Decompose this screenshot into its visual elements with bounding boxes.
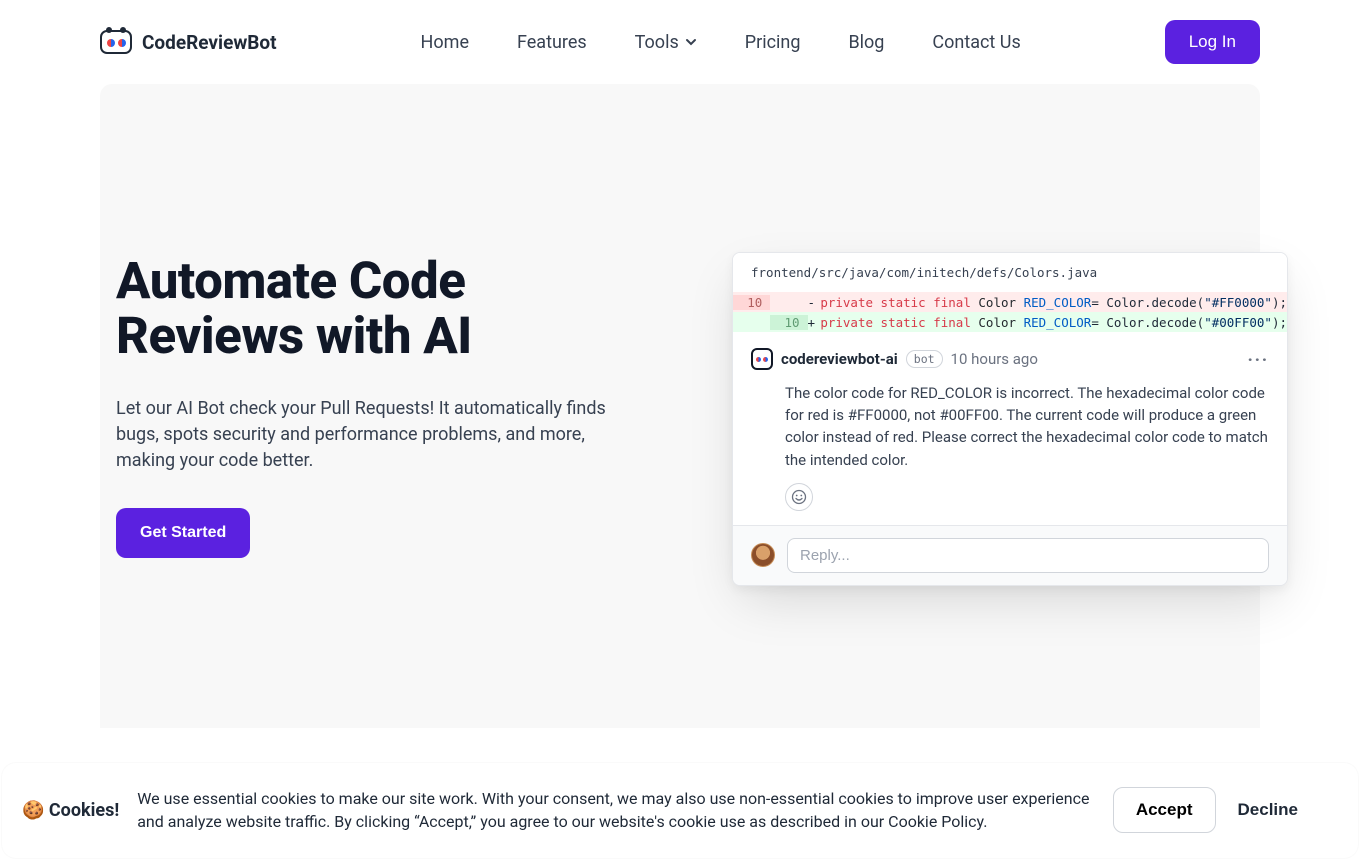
nav-pricing-label: Pricing: [745, 32, 801, 53]
cookie-accept-button[interactable]: Accept: [1113, 787, 1216, 833]
nav-tools-label: Tools: [635, 32, 679, 53]
nav-features[interactable]: Features: [517, 32, 587, 53]
nav-blog[interactable]: Blog: [848, 32, 884, 53]
cookie-title: 🍪 Cookies!: [22, 800, 119, 821]
user-avatar-icon[interactable]: [751, 543, 775, 567]
line-number-new: 10: [770, 315, 807, 330]
code-review-card: frontend/src/java/com/initech/defs/Color…: [732, 252, 1288, 586]
cookie-text: We use essential cookies to make our sit…: [137, 787, 1095, 834]
diff-line-added: 10 + private static final Color RED_COLO…: [733, 312, 1287, 332]
line-number-old: 10: [733, 295, 770, 310]
add-reaction-button[interactable]: [785, 483, 813, 511]
comment-body: The color code for RED_COLOR is incorrec…: [785, 382, 1269, 471]
nav-tools[interactable]: Tools: [635, 32, 697, 53]
nav-home[interactable]: Home: [421, 32, 469, 53]
cookie-banner: 🍪 Cookies! We use essential cookies to m…: [2, 763, 1358, 858]
hero-section: Automate Code Reviews with AI Let our AI…: [100, 84, 1260, 728]
hero-headline: Automate Code Reviews with AI: [116, 254, 620, 364]
diff-sign: +: [808, 315, 821, 330]
file-path: frontend/src/java/com/initech/defs/Color…: [733, 253, 1287, 292]
cookie-actions: Accept Decline: [1113, 787, 1298, 833]
login-button[interactable]: Log In: [1165, 20, 1260, 64]
comment-author[interactable]: codereviewbot-ai: [781, 350, 898, 368]
smiley-icon: [791, 489, 807, 505]
review-comment: codereviewbot-ai bot 10 hours ago ··· Th…: [733, 332, 1287, 525]
hero-copy: Automate Code Reviews with AI Let our AI…: [100, 254, 620, 558]
diff-sign: -: [808, 295, 821, 310]
comment-menu-icon[interactable]: ···: [1248, 350, 1269, 369]
bot-logo-icon: [100, 30, 132, 54]
bot-badge: bot: [906, 350, 943, 368]
reply-row: [733, 525, 1287, 585]
comment-timestamp: 10 hours ago: [951, 350, 1038, 368]
hero-subhead: Let our AI Bot check your Pull Requests!…: [116, 396, 612, 474]
nav-home-label: Home: [421, 32, 469, 53]
navbar: CodeReviewBot Home Features Tools Pricin…: [0, 0, 1360, 84]
bot-avatar-icon: [751, 348, 773, 370]
reply-input[interactable]: [787, 538, 1269, 573]
nav-blog-label: Blog: [848, 32, 884, 53]
nav-pricing[interactable]: Pricing: [745, 32, 801, 53]
nav-links: Home Features Tools Pricing Blog Contact…: [421, 32, 1021, 53]
cookie-decline-button[interactable]: Decline: [1238, 800, 1298, 820]
nav-contact-label: Contact Us: [932, 32, 1020, 53]
nav-contact[interactable]: Contact Us: [932, 32, 1020, 53]
chevron-down-icon: [685, 36, 697, 48]
brand[interactable]: CodeReviewBot: [100, 30, 277, 54]
nav-features-label: Features: [517, 32, 587, 53]
brand-name: CodeReviewBot: [142, 31, 277, 54]
comment-header: codereviewbot-ai bot 10 hours ago ···: [751, 348, 1269, 370]
diff-line-removed: 10 - private static final Color RED_COLO…: [733, 292, 1287, 312]
get-started-button[interactable]: Get Started: [116, 508, 250, 558]
